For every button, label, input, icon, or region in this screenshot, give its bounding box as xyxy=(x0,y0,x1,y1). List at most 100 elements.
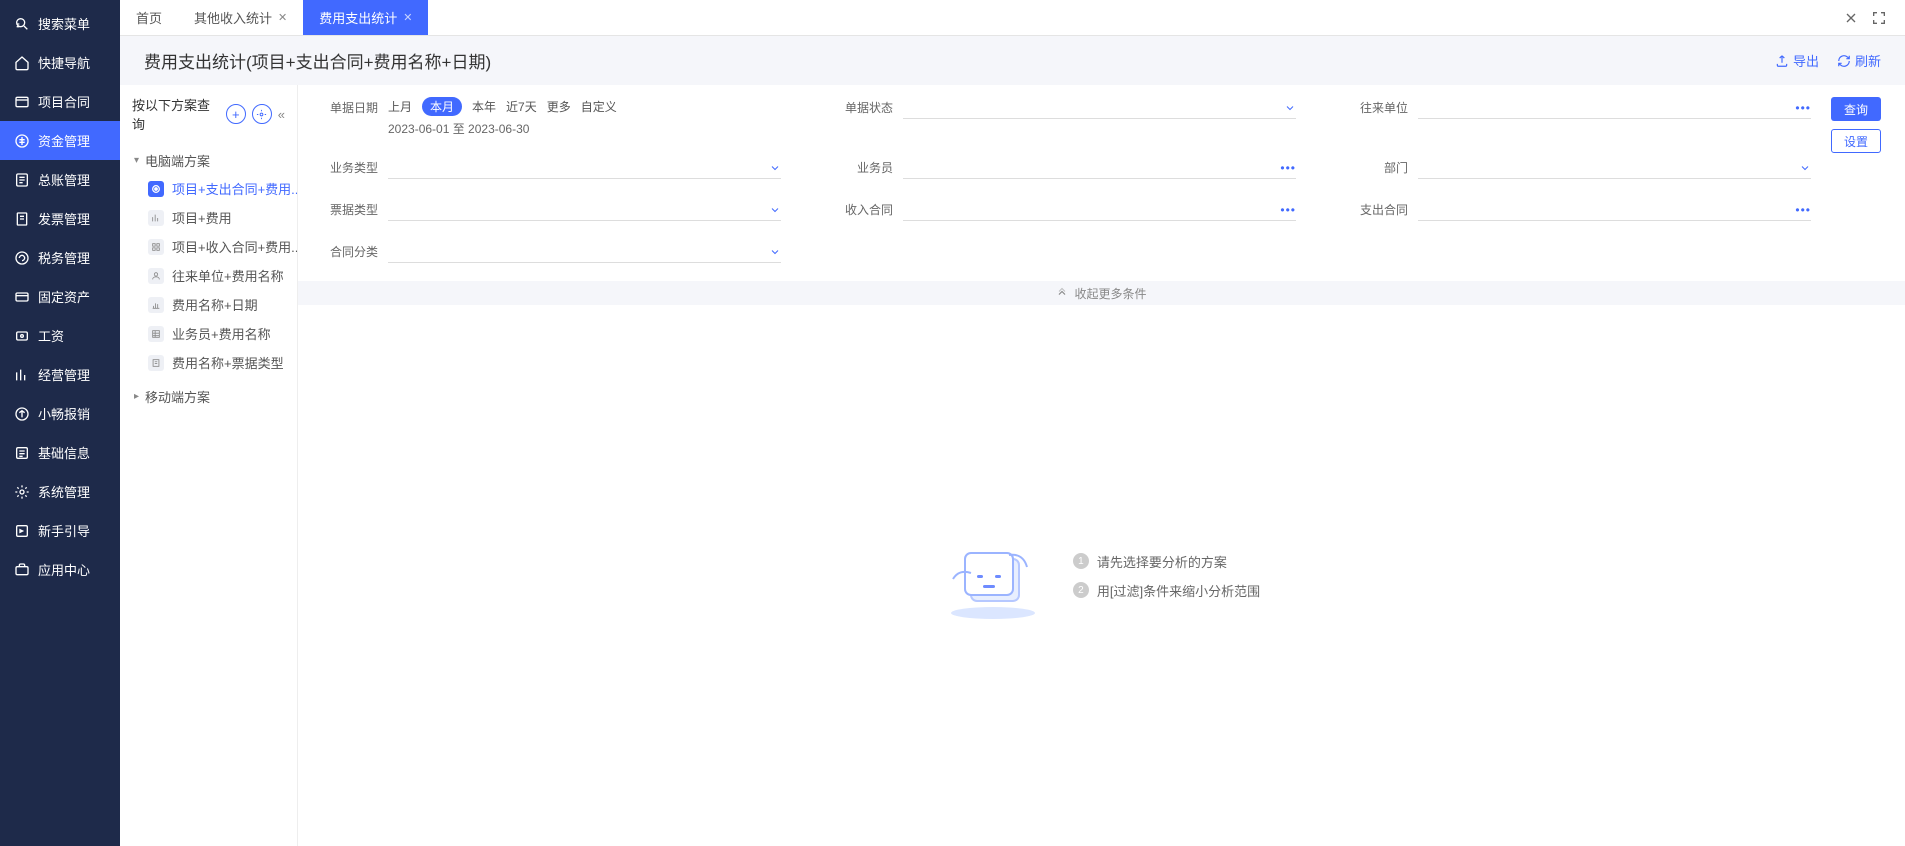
refresh-button[interactable]: 刷新 xyxy=(1837,51,1881,70)
scheme-item-6[interactable]: 费用名称+票据类型 xyxy=(120,348,297,377)
label-expense-contract: 支出合同 xyxy=(1352,199,1408,218)
sidebar-item-search[interactable]: 搜索菜单 xyxy=(0,4,120,43)
step-number: 1 xyxy=(1073,553,1089,569)
income-contract-picker[interactable]: ••• xyxy=(903,199,1296,221)
scheme-item-5[interactable]: 业务员+费用名称 xyxy=(120,319,297,348)
tab-close-icon[interactable]: ✕ xyxy=(403,11,412,24)
action-column: 查询 设置 xyxy=(1831,97,1881,263)
scheme-item-0[interactable]: 项目+支出合同+费用... xyxy=(120,174,297,203)
billtype-select[interactable] xyxy=(388,199,781,221)
tab-label: 其他收入统计 xyxy=(194,8,272,27)
sidebar-item-basic-info[interactable]: 基础信息 xyxy=(0,433,120,472)
close-icon[interactable] xyxy=(1843,10,1859,26)
export-button[interactable]: 导出 xyxy=(1775,51,1819,70)
sidebar-label: 应用中心 xyxy=(38,560,90,579)
sidebar-item-guide[interactable]: 新手引导 xyxy=(0,511,120,550)
reimburse-icon xyxy=(14,406,30,422)
schemes-header: 按以下方案查询 + « xyxy=(120,95,297,141)
sidebar-label: 项目合同 xyxy=(38,92,90,111)
collapse-schemes-button[interactable]: « xyxy=(278,107,285,122)
field-partner: 往来单位 ••• xyxy=(1352,97,1811,137)
home-icon xyxy=(14,55,30,71)
dept-select[interactable] xyxy=(1418,157,1811,179)
fullscreen-icon[interactable] xyxy=(1871,10,1887,26)
date-opt-lastmonth[interactable]: 上月 xyxy=(388,98,412,115)
sidebar-item-fund-mgmt[interactable]: 资金管理 xyxy=(0,121,120,160)
step-number: 2 xyxy=(1073,582,1089,598)
scheme-item-3[interactable]: 往来单位+费用名称 xyxy=(120,261,297,290)
biztype-select[interactable] xyxy=(388,157,781,179)
more-icon: ••• xyxy=(1280,203,1296,217)
chevron-up-icon xyxy=(1056,287,1068,299)
status-select[interactable] xyxy=(903,97,1296,119)
label-income-contract: 收入合同 xyxy=(837,199,893,218)
scheme-label: 往来单位+费用名称 xyxy=(172,266,284,285)
expense-contract-picker[interactable]: ••• xyxy=(1418,199,1811,221)
scheme-label: 项目+费用 xyxy=(172,208,232,227)
sidebar: 搜索菜单 快捷导航 项目合同 资金管理 总账管理 发票管理 税务管理 固定资产 … xyxy=(0,0,120,846)
scheme-item-1[interactable]: 项目+费用 xyxy=(120,203,297,232)
tab-other-income[interactable]: 其他收入统计 ✕ xyxy=(178,0,303,35)
sidebar-item-invoice[interactable]: 发票管理 xyxy=(0,199,120,238)
sidebar-item-apps[interactable]: 应用中心 xyxy=(0,550,120,589)
add-scheme-button[interactable]: + xyxy=(226,104,246,124)
bar-icon xyxy=(148,297,164,313)
date-opt-custom[interactable]: 自定义 xyxy=(581,98,617,115)
scheme-settings-button[interactable] xyxy=(252,104,272,124)
field-date: 单据日期 上月 本月 本年 近7天 更多 自定义 20 xyxy=(322,97,781,137)
more-icon: ••• xyxy=(1795,203,1811,217)
sidebar-label: 新手引导 xyxy=(38,521,90,540)
partner-picker[interactable]: ••• xyxy=(1418,97,1811,119)
tree-group-mobile: ▸移动端方案 xyxy=(120,377,297,410)
sidebar-item-biz-mgmt[interactable]: 经营管理 xyxy=(0,355,120,394)
date-range: 2023-06-01 至 2023-06-30 xyxy=(388,120,781,137)
chevron-down-icon xyxy=(769,204,781,216)
ledger-icon xyxy=(14,172,30,188)
biz-icon xyxy=(14,367,30,383)
chevron-down-icon xyxy=(769,162,781,174)
chart-icon xyxy=(148,210,164,226)
date-opt-thismonth[interactable]: 本月 xyxy=(422,97,462,116)
label-status: 单据状态 xyxy=(837,97,893,116)
sidebar-item-tax[interactable]: 税务管理 xyxy=(0,238,120,277)
sidebar-item-system[interactable]: 系统管理 xyxy=(0,472,120,511)
invoice-icon xyxy=(14,211,30,227)
header-actions: 导出 刷新 xyxy=(1775,51,1881,70)
scheme-item-2[interactable]: 项目+收入合同+费用... xyxy=(120,232,297,261)
scheme-item-4[interactable]: 费用名称+日期 xyxy=(120,290,297,319)
sidebar-item-project-contract[interactable]: 项目合同 xyxy=(0,82,120,121)
sidebar-item-salary[interactable]: 工资 xyxy=(0,316,120,355)
grid-icon xyxy=(148,239,164,255)
sidebar-item-reimburse[interactable]: 小畅报销 xyxy=(0,394,120,433)
empty-steps: 1请先选择要分析的方案 2用[过滤]条件来缩小分析范围 xyxy=(1073,552,1260,600)
tab-expense-stats[interactable]: 费用支出统计✕ xyxy=(303,0,428,35)
date-opt-7days[interactable]: 近7天 xyxy=(506,98,537,115)
date-opt-thisyear[interactable]: 本年 xyxy=(472,98,496,115)
gear-icon xyxy=(256,109,267,120)
date-opt-more[interactable]: 更多 xyxy=(547,98,571,115)
field-status: 单据状态 xyxy=(837,97,1296,137)
tree-group-label[interactable]: ▾电脑端方案 xyxy=(120,147,297,174)
tree-group-desktop: ▾电脑端方案 项目+支出合同+费用... 项目+费用 项目+收入合同+费用...… xyxy=(120,141,297,377)
more-icon: ••• xyxy=(1280,161,1296,175)
tax-icon xyxy=(14,250,30,266)
collapse-filters-bar[interactable]: 收起更多条件 xyxy=(298,281,1905,305)
sidebar-label: 工资 xyxy=(38,326,64,345)
settings-button[interactable]: 设置 xyxy=(1831,129,1881,153)
sidebar-item-quicknav[interactable]: 快捷导航 xyxy=(0,43,120,82)
sidebar-label: 发票管理 xyxy=(38,209,90,228)
chevron-down-icon xyxy=(769,246,781,258)
salesman-picker[interactable]: ••• xyxy=(903,157,1296,179)
scheme-label: 费用名称+票据类型 xyxy=(172,353,284,372)
tab-close-icon[interactable]: ✕ xyxy=(278,11,287,24)
tree-group-label[interactable]: ▸移动端方案 xyxy=(120,383,297,410)
tab-home[interactable]: 首页 xyxy=(120,0,178,35)
filters-wrap: 单据日期 上月 本月 本年 近7天 更多 自定义 20 xyxy=(298,85,1905,846)
guide-icon xyxy=(14,523,30,539)
query-button[interactable]: 查询 xyxy=(1831,97,1881,121)
sidebar-item-ledger[interactable]: 总账管理 xyxy=(0,160,120,199)
sidebar-item-fixed-asset[interactable]: 固定资产 xyxy=(0,277,120,316)
export-label: 导出 xyxy=(1793,51,1819,70)
search-icon xyxy=(14,16,30,32)
contract-cat-select[interactable] xyxy=(388,241,781,263)
